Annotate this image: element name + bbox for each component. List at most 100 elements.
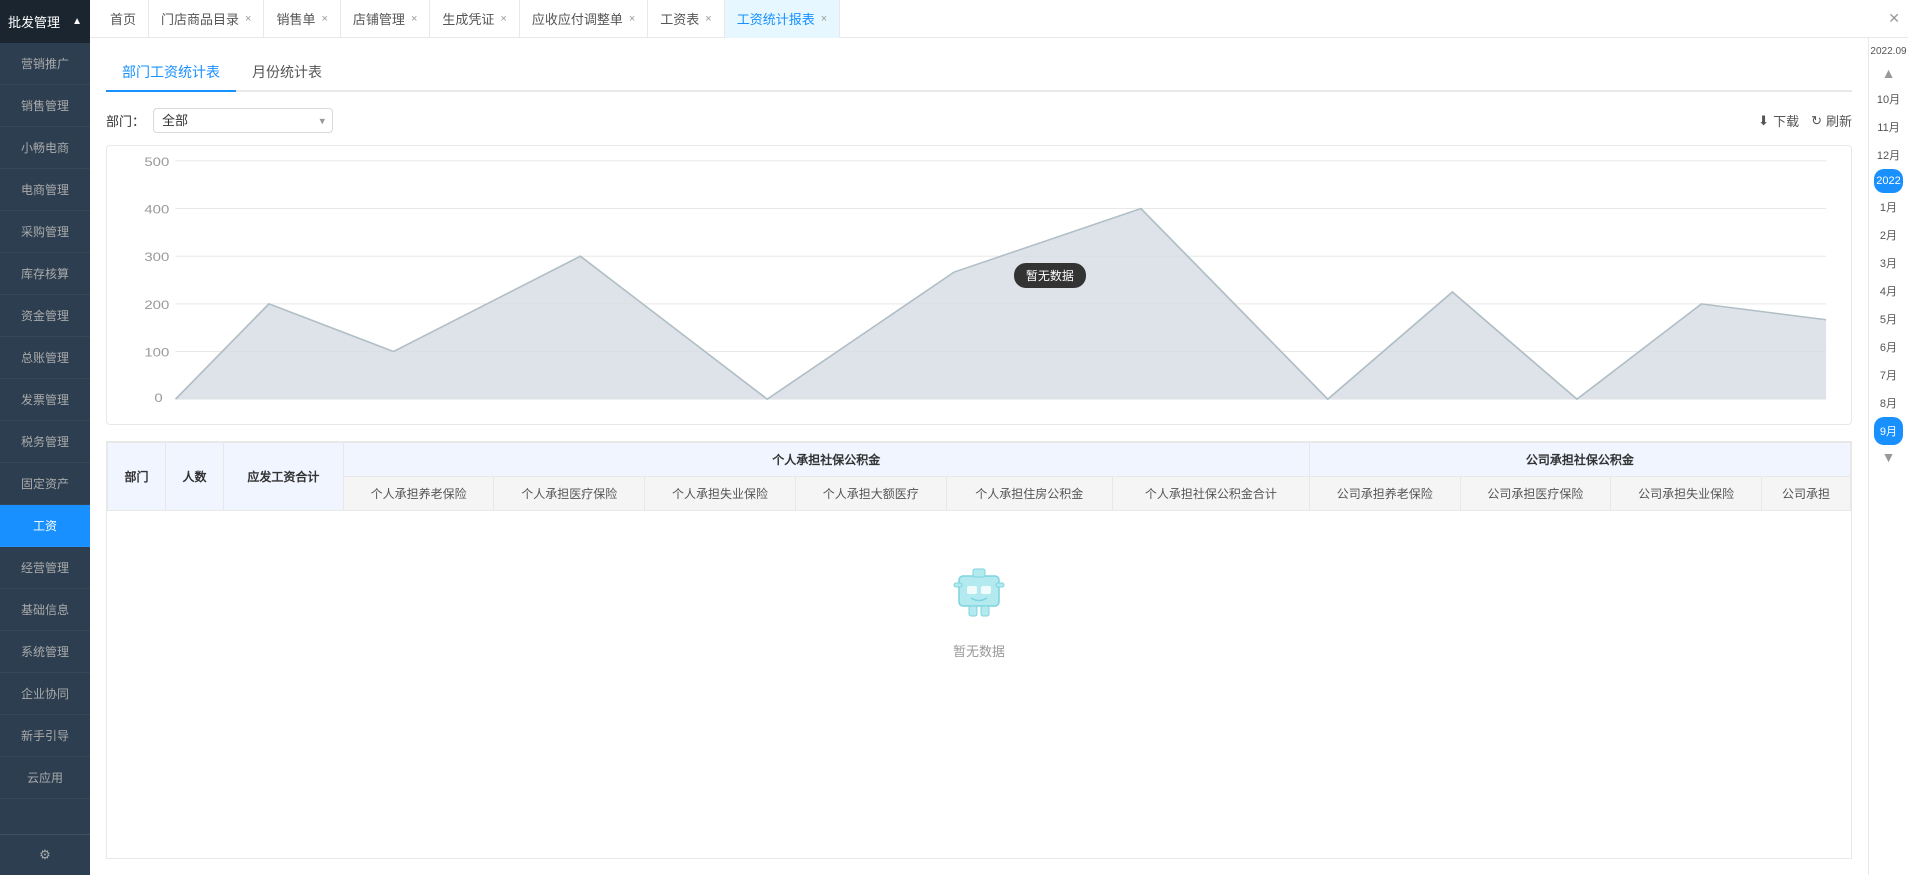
col-company-medical: 公司承担医疗保险: [1460, 477, 1611, 511]
date-item-3月[interactable]: 3月: [1874, 249, 1902, 277]
tab-生成凭证[interactable]: 生成凭证 ×: [430, 0, 519, 38]
svg-text:400: 400: [144, 203, 169, 216]
sidebar-item-工资[interactable]: 工资: [0, 505, 90, 547]
date-item-10月[interactable]: 10月: [1874, 85, 1902, 113]
svg-text:300: 300: [144, 251, 169, 264]
date-item-2月[interactable]: 2月: [1874, 221, 1902, 249]
tab-close-icon[interactable]: ×: [321, 13, 327, 25]
tab-close-icon[interactable]: ×: [411, 13, 417, 25]
sidebar-item-小畅电商[interactable]: 小畅电商: [0, 127, 90, 169]
date-item-7月[interactable]: 7月: [1874, 361, 1902, 389]
date-item-11月[interactable]: 11月: [1874, 113, 1902, 141]
col-personal-total: 个人承担社保公积金合计: [1112, 477, 1309, 511]
sidebar-item-营销推广[interactable]: 营销推广: [0, 43, 90, 85]
svg-text:200: 200: [144, 298, 169, 311]
date-item-8月[interactable]: 8月: [1874, 389, 1902, 417]
date-nav-down[interactable]: ▼: [1869, 445, 1908, 469]
toolbar: 部门： 全部 ⬇ 下载 ↻ 刷新: [106, 108, 1852, 133]
tab-label: 工资统计报表: [737, 9, 815, 28]
tab-close-icon[interactable]: ×: [705, 13, 711, 25]
sidebar-item-销售管理[interactable]: 销售管理: [0, 85, 90, 127]
col-personal-pension: 个人承担养老保险: [343, 477, 494, 511]
sidebar-item-库存核算[interactable]: 库存核算: [0, 253, 90, 295]
col-company-pension: 公司承担养老保险: [1309, 477, 1460, 511]
date-item-5月[interactable]: 5月: [1874, 305, 1902, 333]
sidebar-header-label: 批发管理: [8, 12, 60, 31]
date-item-12月[interactable]: 12月: [1874, 141, 1902, 169]
tab-门店商品目录[interactable]: 门店商品目录×: [149, 0, 264, 38]
sidebar-item-企业协同[interactable]: 企业协同: [0, 673, 90, 715]
date-panel: 2022.09 ▲ 10月11月12月20221月2月3月4月5月6月7月8月9…: [1868, 38, 1908, 875]
tab-label: 生成凭证: [442, 9, 494, 28]
sidebar-item-固定资产[interactable]: 固定资产: [0, 463, 90, 505]
close-window-icon[interactable]: ✕: [1888, 10, 1900, 27]
sidebar-settings[interactable]: ⚙: [0, 834, 90, 875]
tab-工资表[interactable]: 工资表 ×: [648, 0, 724, 38]
content-area: 部门工资统计表月份统计表 部门： 全部 ⬇ 下载: [90, 38, 1908, 875]
col-personal-unemployment: 个人承担失业保险: [645, 477, 796, 511]
chart-tooltip: 暂无数据: [1014, 263, 1086, 288]
sidebar-item-资金管理[interactable]: 资金管理: [0, 295, 90, 337]
sidebar-item-经营管理[interactable]: 经营管理: [0, 547, 90, 589]
data-table: 部门 人数 应发工资合计 个人承担社保公积金 公司承担社保公积金 个人承担养老保…: [107, 442, 1851, 511]
col-group-personal: 个人承担社保公积金: [343, 443, 1309, 477]
refresh-button[interactable]: ↻ 刷新: [1811, 111, 1852, 130]
tab-close-icon[interactable]: ×: [245, 13, 251, 25]
refresh-icon: ↻: [1811, 113, 1822, 129]
svg-text:100: 100: [144, 346, 169, 359]
col-personal-medical: 个人承担医疗保险: [494, 477, 645, 511]
col-personal-major-medical: 个人承担大额医疗: [795, 477, 946, 511]
sidebar-item-电商管理[interactable]: 电商管理: [0, 169, 90, 211]
sidebar-collapse-icon: ▲: [72, 16, 82, 27]
tab-close-icon[interactable]: ×: [821, 13, 827, 25]
sidebar-item-发票管理[interactable]: 发票管理: [0, 379, 90, 421]
col-company-other: 公司承担: [1762, 477, 1851, 511]
tab-应收应付调整单[interactable]: 应收应付调整单 ×: [520, 0, 648, 38]
dept-select-wrapper: 全部: [153, 108, 333, 133]
sidebar-item-总账管理[interactable]: 总账管理: [0, 337, 90, 379]
col-company-unemployment: 公司承担失业保险: [1611, 477, 1762, 511]
sidebar-header[interactable]: 批发管理 ▲: [0, 0, 90, 43]
toolbar-left: 部门： 全部: [106, 108, 333, 133]
empty-text: 暂无数据: [953, 641, 1005, 660]
tab-bar-end: ✕: [1888, 10, 1900, 27]
tab-label: 销售单: [276, 9, 315, 28]
chart-area: 500 400 300 200 100 0: [106, 145, 1852, 425]
sidebar-item-云应用[interactable]: 云应用: [0, 757, 90, 799]
tab-工资统计报表[interactable]: 工资统计报表 ×: [725, 0, 840, 38]
gear-icon: ⚙: [39, 847, 51, 862]
date-item-4月[interactable]: 4月: [1874, 277, 1902, 305]
tab-label: 工资表: [660, 9, 699, 28]
empty-state: 暂无数据: [107, 511, 1851, 700]
date-display: 2022.09: [1868, 42, 1908, 61]
sidebar-item-系统管理[interactable]: 系统管理: [0, 631, 90, 673]
sidebar-item-税务管理[interactable]: 税务管理: [0, 421, 90, 463]
tab-close-icon[interactable]: ×: [629, 13, 635, 25]
sub-tab-部门工资统计表[interactable]: 部门工资统计表: [106, 54, 236, 92]
tab-label: 店铺管理: [353, 9, 405, 28]
sub-tab-月份统计表[interactable]: 月份统计表: [236, 54, 338, 92]
date-item-1月[interactable]: 1月: [1874, 193, 1902, 221]
dept-select[interactable]: 全部: [153, 108, 333, 133]
tab-首页[interactable]: 首页: [98, 0, 149, 38]
sidebar-item-新手引导[interactable]: 新手引导: [0, 715, 90, 757]
main-area: 首页门店商品目录×销售单×店铺管理×生成凭证×应收应付调整单×工资表×工资统计报…: [90, 0, 1908, 875]
svg-text:500: 500: [144, 155, 169, 168]
chart-svg: 500 400 300 200 100 0: [107, 146, 1851, 424]
dept-label: 部门：: [106, 111, 145, 130]
download-button[interactable]: ⬇ 下载: [1758, 111, 1799, 130]
col-personal-housing-fund: 个人承担住房公积金: [946, 477, 1112, 511]
tab-close-icon[interactable]: ×: [500, 13, 506, 25]
date-item-9月[interactable]: 9月: [1874, 417, 1902, 445]
date-item-2022[interactable]: 2022: [1874, 169, 1902, 193]
tab-销售单[interactable]: 销售单 ×: [264, 0, 340, 38]
date-nav-up[interactable]: ▲: [1869, 61, 1908, 85]
tab-店铺管理[interactable]: 店铺管理 ×: [341, 0, 430, 38]
sidebar-item-基础信息[interactable]: 基础信息: [0, 589, 90, 631]
sidebar-item-采购管理[interactable]: 采购管理: [0, 211, 90, 253]
col-total-salary: 应发工资合计: [223, 443, 343, 511]
col-group-company: 公司承担社保公积金: [1309, 443, 1850, 477]
date-item-6月[interactable]: 6月: [1874, 333, 1902, 361]
tab-label: 首页: [110, 9, 136, 28]
tab-label: 应收应付调整单: [532, 9, 623, 28]
